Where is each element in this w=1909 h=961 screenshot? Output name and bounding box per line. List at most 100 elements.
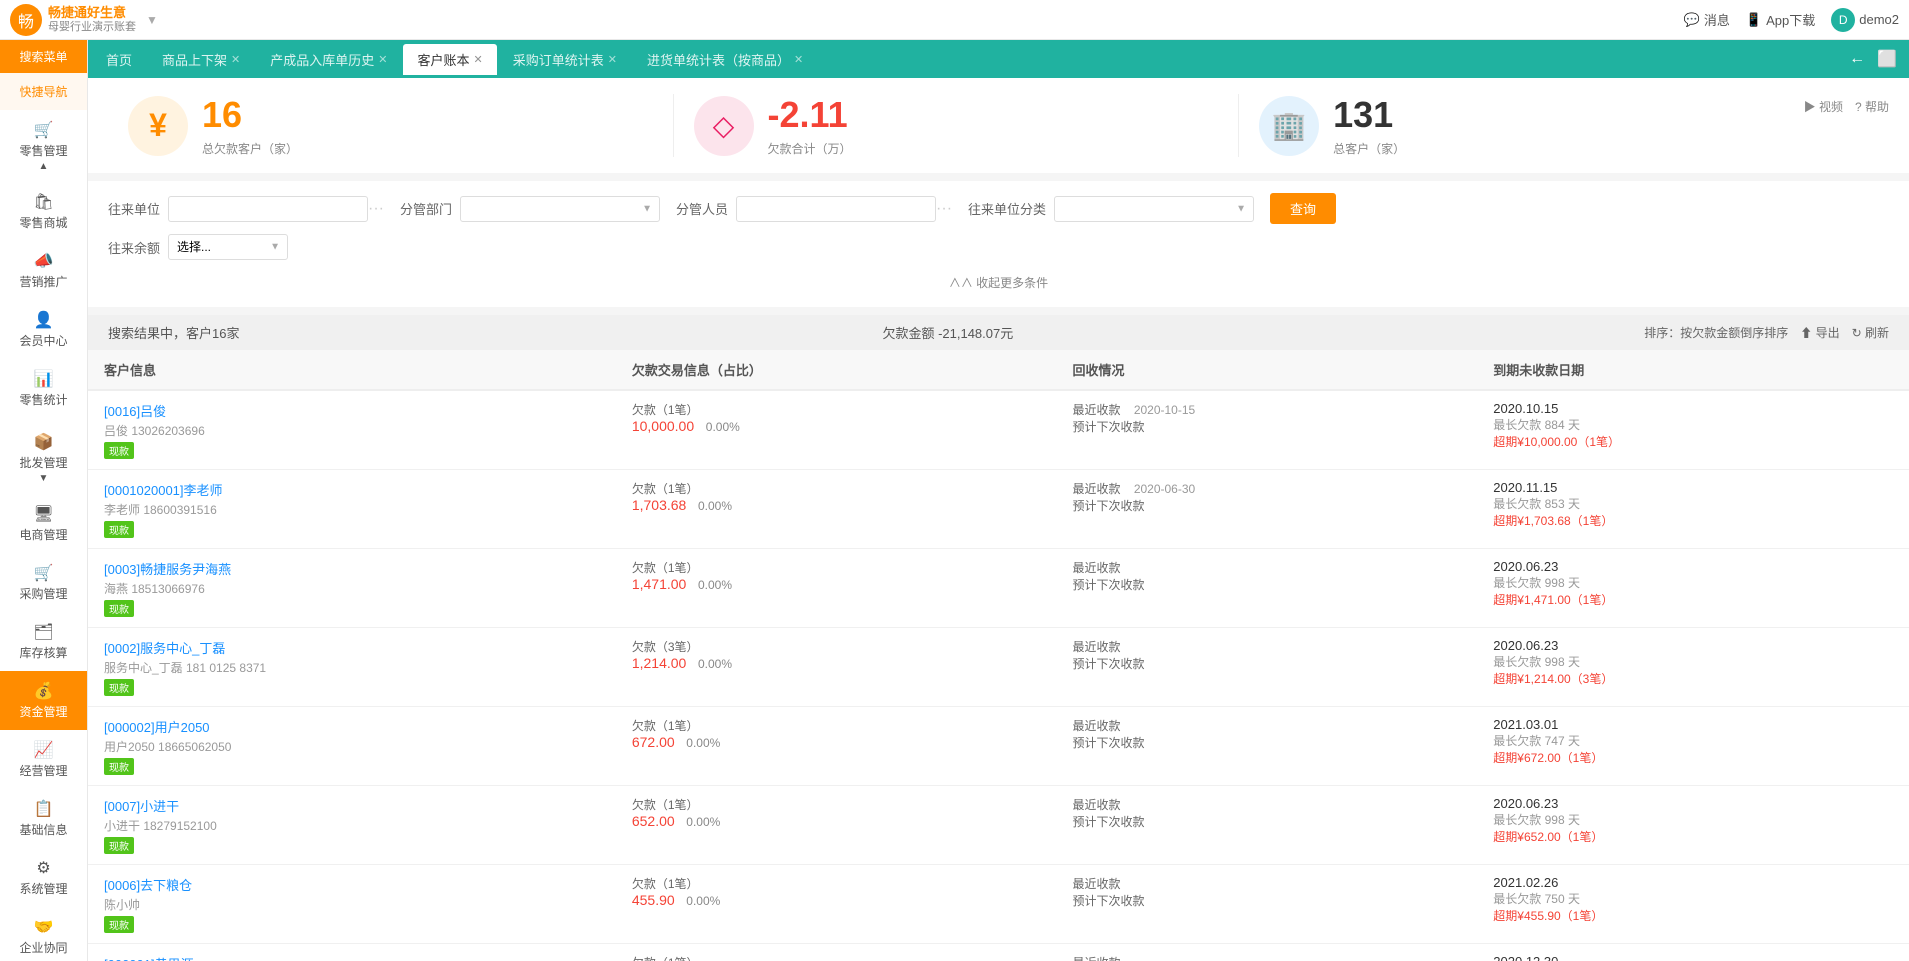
debt-amount-row: 1,471.00 0.00% [632, 576, 1041, 592]
sidebar-item-basic[interactable]: 📋 基础信息 [0, 789, 87, 848]
message-btn[interactable]: 💬 消息 [1684, 10, 1730, 29]
overdue-amount[interactable]: 超期¥1,703.68（1笔） [1493, 512, 1893, 529]
manager-input[interactable] [736, 196, 936, 222]
app-icon: 📱 [1746, 12, 1762, 28]
sidebar-label-coop: 企业协同 [19, 939, 67, 956]
overdue-days: 最长欠款 998 天 [1493, 574, 1893, 591]
help-btn[interactable]: ? 帮助 [1855, 98, 1889, 115]
debt-count: 欠款（1笔） [632, 480, 1041, 497]
unit-classify-select[interactable] [1054, 196, 1254, 222]
sidebar-label-marketing: 营销推广 [19, 273, 67, 290]
cell-recovery: 最近收款 预计下次收款 [1056, 786, 1477, 865]
sidebar-label-inventory: 库存核算 [19, 644, 67, 661]
app-container: 畅 畅捷通好生意 母婴行业演示账套 ▼ 💬 消息 📱 App下载 D demo2 [0, 0, 1909, 961]
last-collect-label: 最近收款 [1072, 798, 1120, 812]
last-collect: 最近收款 [1072, 717, 1461, 734]
search-btn[interactable]: 查询 [1270, 193, 1336, 224]
tab-prev-btn[interactable]: ← [1845, 48, 1869, 70]
sidebar-item-retail-stats[interactable]: 📊 零售统计 [0, 359, 87, 418]
sidebar-item-finance[interactable]: 💰 资金管理 [0, 671, 87, 730]
tab-product-shelf[interactable]: 商品上下架 ✕ [148, 44, 254, 75]
balance-select[interactable]: 选择... [168, 234, 288, 260]
sidebar-item-retail-mgmt[interactable]: 🛒 零售管理 ▲ [0, 110, 87, 182]
overdue-amount[interactable]: 超期¥652.00（1笔） [1493, 828, 1893, 845]
debt-amount: 672.00 [632, 734, 675, 750]
tab-product-shelf-close[interactable]: ✕ [231, 53, 240, 66]
overdue-amount[interactable]: 超期¥455.90（1笔） [1493, 907, 1893, 924]
badge-xian: 现款 [104, 837, 134, 854]
badge-xian: 现款 [104, 758, 134, 775]
from-unit-dots[interactable]: ··· [368, 200, 384, 218]
sidebar-item-purchase[interactable]: 🛒 采购管理 [0, 553, 87, 612]
dept-select[interactable] [460, 196, 660, 222]
collapse-btn[interactable]: ∧∧ 收起更多条件 [108, 270, 1889, 295]
customer-name-link[interactable]: [0007]小进干 [104, 799, 179, 814]
overdue-days: 最长欠款 884 天 [1493, 416, 1893, 433]
tab-purchase-stats-close[interactable]: ✕ [608, 53, 617, 66]
next-collect: 预计下次收款 [1072, 655, 1461, 672]
overdue-amount[interactable]: 超期¥1,471.00（1笔） [1493, 591, 1893, 608]
tab-product-history-close[interactable]: ✕ [378, 53, 387, 66]
table-row: [0001020001]李老师 李老师 18600391516 现款 欠款（1笔… [88, 470, 1909, 549]
owing-customers-info: 16 总欠款客户（家） [202, 94, 298, 157]
owing-amount-number: -2.11 [768, 94, 852, 136]
tab-customer-account[interactable]: 客户账本 ✕ [403, 44, 496, 75]
debt-amount: 652.00 [632, 813, 675, 829]
customer-name-link[interactable]: [0006]去下粮仓 [104, 878, 192, 893]
owing-amount-info: -2.11 欠款合计（万） [768, 94, 852, 157]
next-collect: 预计下次收款 [1072, 497, 1461, 514]
customer-name-link[interactable]: [0003]畅捷服务尹海燕 [104, 562, 231, 577]
sidebar-item-marketing[interactable]: 📣 营销推广 [0, 241, 87, 300]
sidebar-item-member[interactable]: 👤 会员中心 [0, 300, 87, 359]
sidebar-item-coop[interactable]: 🤝 企业协同 [0, 907, 87, 961]
overdue-amount[interactable]: 超期¥1,214.00（3笔） [1493, 670, 1893, 687]
manager-dots[interactable]: ··· [936, 200, 952, 218]
tab-maximize-btn[interactable]: ⬜ [1873, 47, 1901, 71]
customer-name-link[interactable]: [0002]服务中心_丁磊 [104, 641, 225, 656]
customer-name-link[interactable]: [0016]吕俊 [104, 404, 166, 419]
tab-product-history[interactable]: 产成品入库单历史 ✕ [256, 44, 401, 75]
next-collect-label: 预计下次收款 [1072, 420, 1144, 434]
tab-customer-account-close[interactable]: ✕ [474, 53, 483, 66]
sidebar-search[interactable]: 搜索菜单 [0, 40, 87, 73]
tab-home[interactable]: 首页 [92, 44, 146, 75]
content-area: 首页 商品上下架 ✕ 产成品入库单历史 ✕ 客户账本 ✕ 采购订单统计表 ✕ [88, 40, 1909, 961]
results-summary: 搜索结果中，客户16家 [108, 323, 239, 342]
from-unit-input[interactable] [168, 196, 368, 222]
overdue-amount[interactable]: 超期¥10,000.00（1笔） [1493, 433, 1893, 450]
cell-customer-info: [0003]畅捷服务尹海燕 海燕 18513066976 现款 [88, 549, 616, 628]
customer-contact: 吕俊 13026203696 [104, 422, 600, 439]
due-date: 2020.06.23 [1493, 638, 1893, 653]
overdue-amount[interactable]: 超期¥672.00（1笔） [1493, 749, 1893, 766]
tab-purchase-stats[interactable]: 采购订单统计表 ✕ [499, 44, 631, 75]
table-row: [000002]用户2050 用户2050 18665062050 现款 欠款（… [88, 707, 1909, 786]
app-download-btn[interactable]: 📱 App下载 [1746, 10, 1815, 29]
col-debt-info: 欠款交易信息（占比） [616, 350, 1057, 390]
sidebar-item-batch-mgmt[interactable]: 📦 批发管理 ▼ [0, 422, 87, 494]
export-btn[interactable]: ⬆ 导出 [1800, 324, 1839, 341]
debt-pct: 0.00% [698, 499, 732, 513]
table-row: [0007]小进干 小进干 18279152100 现款 欠款（1笔） 652.… [88, 786, 1909, 865]
due-date: 2020.10.15 [1493, 401, 1893, 416]
sidebar-label-retail-mgmt: 零售管理 [19, 142, 67, 159]
tab-import-stats-close[interactable]: ✕ [794, 53, 803, 66]
expand-icon[interactable]: ▼ [146, 13, 158, 27]
sort-label[interactable]: 排序：按欠款金额倒序排序 [1644, 324, 1788, 341]
tab-import-stats[interactable]: 进货单统计表（按商品） ✕ [633, 44, 817, 75]
user-menu[interactable]: D demo2 [1831, 8, 1899, 32]
sidebar-item-biz[interactable]: 📈 经营管理 [0, 730, 87, 789]
next-collect-label: 预计下次收款 [1072, 894, 1144, 908]
sidebar-item-retail-mall[interactable]: 🛍 零售商城 [0, 182, 87, 241]
sidebar-item-sys[interactable]: ⚙ 系统管理 [0, 848, 87, 907]
cell-due-date: 2020.11.15 最长欠款 853 天 超期¥1,703.68（1笔） [1477, 470, 1909, 549]
customer-name-link[interactable]: [000002]用户2050 [104, 720, 210, 735]
sidebar-item-ecommerce[interactable]: 🖥 电商管理 [0, 494, 87, 553]
view-video-btn[interactable]: ▶ 视频 [1804, 98, 1843, 115]
customer-name-link[interactable]: [0001020001]李老师 [104, 483, 223, 498]
customer-name-link[interactable]: [000001]黄思源 [104, 957, 194, 961]
customer-contact: 海燕 18513066976 [104, 580, 600, 597]
sidebar-item-inventory[interactable]: 🗂 库存核算 [0, 612, 87, 671]
cell-recovery: 最近收款 预计下次收款 [1056, 944, 1477, 961]
cell-recovery: 最近收款 预计下次收款 [1056, 628, 1477, 707]
refresh-btn[interactable]: ↻ 刷新 [1852, 324, 1889, 341]
